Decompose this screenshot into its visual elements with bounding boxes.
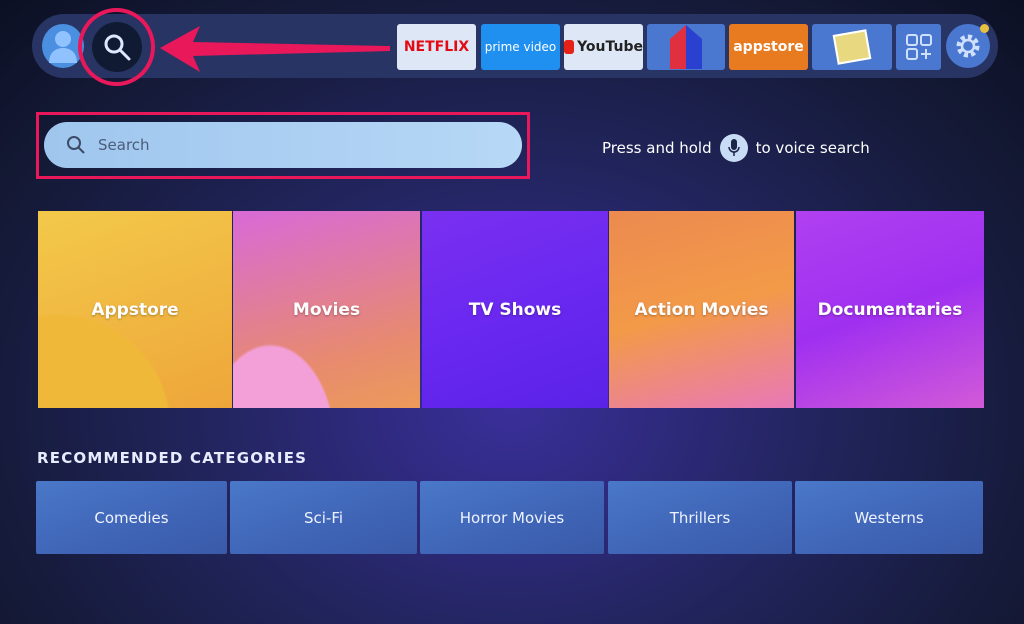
tile-action-movies[interactable]: Action Movies [609, 211, 794, 408]
app-tile-4[interactable] [647, 24, 725, 70]
category-sci-fi[interactable]: Sci-Fi [230, 481, 417, 554]
profile-icon [49, 31, 77, 63]
youtube-logo-icon [564, 40, 575, 54]
microphone-icon [719, 134, 748, 162]
apps-grid-icon [905, 34, 932, 60]
search-icon [67, 136, 85, 154]
app-netflix[interactable]: NETFLIX [397, 24, 476, 70]
notification-dot [980, 24, 989, 33]
category-thrillers[interactable]: Thrillers [608, 481, 792, 554]
tile-appstore[interactable]: Appstore [38, 211, 232, 408]
category-westerns[interactable]: Westerns [795, 481, 983, 554]
search-highlight-circle [78, 8, 155, 86]
all-apps-button[interactable] [896, 24, 941, 70]
recommended-heading: RECOMMENDED CATEGORIES [37, 449, 308, 467]
tile-movies[interactable]: Movies [233, 211, 420, 408]
cinema-ticket-icon [832, 29, 872, 65]
app-appstore[interactable]: appstore [729, 24, 808, 70]
voice-search-hint: Press and hold to voice search [602, 134, 870, 162]
arrow-annotation [160, 26, 390, 72]
app-logo-icon [670, 25, 702, 69]
app-prime-video[interactable]: prime video [481, 24, 560, 70]
settings-icon [956, 34, 980, 58]
app-youtube[interactable]: YouTube [564, 24, 643, 70]
tile-tv-shows[interactable]: TV Shows [422, 211, 608, 408]
search-input[interactable]: Search [44, 122, 522, 168]
app-cinema[interactable] [812, 24, 892, 70]
tile-documentaries[interactable]: Documentaries [796, 211, 984, 408]
category-horror-movies[interactable]: Horror Movies [420, 481, 604, 554]
category-comedies[interactable]: Comedies [36, 481, 227, 554]
